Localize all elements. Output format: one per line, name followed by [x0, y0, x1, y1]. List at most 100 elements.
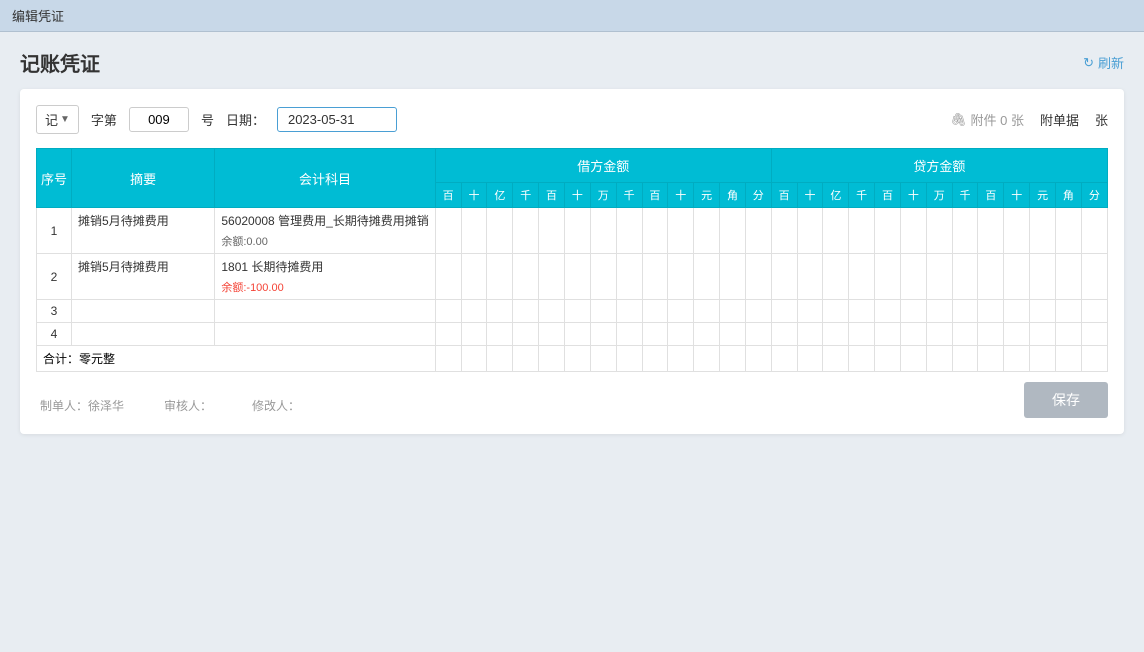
row-credit-10[interactable]	[1030, 208, 1056, 254]
row-credit-4[interactable]	[875, 323, 901, 346]
row-debit-9[interactable]	[668, 323, 694, 346]
row-debit-5[interactable]	[564, 300, 590, 323]
row-debit-2[interactable]	[487, 254, 513, 300]
row-credit-0[interactable]	[771, 208, 797, 254]
row-credit-9[interactable]	[1004, 300, 1030, 323]
row-account[interactable]	[215, 323, 435, 346]
row-credit-8[interactable]	[978, 254, 1004, 300]
row-debit-8[interactable]	[642, 300, 668, 323]
row-debit-1[interactable]	[461, 254, 487, 300]
row-credit-6[interactable]	[926, 300, 952, 323]
row-debit-1[interactable]	[461, 323, 487, 346]
row-debit-10[interactable]	[694, 300, 720, 323]
row-debit-6[interactable]	[590, 254, 616, 300]
row-credit-10[interactable]	[1030, 254, 1056, 300]
table-row[interactable]: 4	[37, 323, 1108, 346]
row-credit-3[interactable]	[849, 254, 875, 300]
row-debit-11[interactable]	[720, 254, 746, 300]
date-input[interactable]	[277, 107, 397, 132]
row-debit-8[interactable]	[642, 208, 668, 254]
row-debit-2[interactable]	[487, 208, 513, 254]
row-credit-4[interactable]	[875, 254, 901, 300]
row-debit-3[interactable]	[513, 254, 539, 300]
row-debit-0[interactable]	[435, 323, 461, 346]
row-credit-7[interactable]	[952, 208, 978, 254]
row-debit-4[interactable]	[539, 300, 565, 323]
row-credit-6[interactable]	[926, 323, 952, 346]
row-credit-5[interactable]	[900, 323, 926, 346]
row-debit-7[interactable]	[616, 208, 642, 254]
row-summary[interactable]	[72, 323, 215, 346]
row-credit-9[interactable]	[1004, 208, 1030, 254]
row-credit-8[interactable]	[978, 323, 1004, 346]
row-debit-2[interactable]	[487, 300, 513, 323]
row-credit-3[interactable]	[849, 300, 875, 323]
row-credit-4[interactable]	[875, 208, 901, 254]
row-debit-11[interactable]	[720, 323, 746, 346]
row-debit-4[interactable]	[539, 254, 565, 300]
row-debit-1[interactable]	[461, 208, 487, 254]
row-debit-12[interactable]	[745, 208, 771, 254]
row-debit-11[interactable]	[720, 300, 746, 323]
row-debit-12[interactable]	[745, 323, 771, 346]
row-debit-9[interactable]	[668, 300, 694, 323]
row-credit-0[interactable]	[771, 300, 797, 323]
attach-button[interactable]: 🖇 附件 0 张	[950, 110, 1024, 129]
row-credit-2[interactable]	[823, 300, 849, 323]
row-credit-3[interactable]	[849, 323, 875, 346]
row-summary[interactable]: 摊销5月待摊费用	[72, 208, 215, 254]
row-credit-8[interactable]	[978, 300, 1004, 323]
row-credit-1[interactable]	[797, 208, 823, 254]
row-credit-7[interactable]	[952, 323, 978, 346]
row-credit-0[interactable]	[771, 323, 797, 346]
row-credit-5[interactable]	[900, 254, 926, 300]
row-credit-10[interactable]	[1030, 323, 1056, 346]
row-credit-2[interactable]	[823, 323, 849, 346]
row-credit-12[interactable]	[1081, 208, 1107, 254]
row-debit-6[interactable]	[590, 323, 616, 346]
row-debit-7[interactable]	[616, 300, 642, 323]
row-credit-11[interactable]	[1056, 323, 1082, 346]
table-row[interactable]: 2摊销5月待摊费用1801 长期待摊费用余额:-100.00	[37, 254, 1108, 300]
row-debit-3[interactable]	[513, 208, 539, 254]
row-credit-5[interactable]	[900, 208, 926, 254]
row-summary[interactable]	[72, 300, 215, 323]
row-debit-12[interactable]	[745, 300, 771, 323]
row-credit-12[interactable]	[1081, 300, 1107, 323]
row-credit-11[interactable]	[1056, 208, 1082, 254]
row-credit-1[interactable]	[797, 300, 823, 323]
row-debit-11[interactable]	[720, 208, 746, 254]
row-debit-6[interactable]	[590, 208, 616, 254]
row-credit-12[interactable]	[1081, 254, 1107, 300]
row-credit-12[interactable]	[1081, 323, 1107, 346]
row-debit-3[interactable]	[513, 323, 539, 346]
row-debit-6[interactable]	[590, 300, 616, 323]
row-summary[interactable]: 摊销5月待摊费用	[72, 254, 215, 300]
row-credit-11[interactable]	[1056, 254, 1082, 300]
row-debit-10[interactable]	[694, 323, 720, 346]
row-debit-3[interactable]	[513, 300, 539, 323]
row-debit-8[interactable]	[642, 323, 668, 346]
row-debit-1[interactable]	[461, 300, 487, 323]
row-debit-12[interactable]	[745, 254, 771, 300]
row-debit-0[interactable]	[435, 300, 461, 323]
row-credit-7[interactable]	[952, 300, 978, 323]
row-debit-9[interactable]	[668, 254, 694, 300]
row-debit-0[interactable]	[435, 208, 461, 254]
row-credit-3[interactable]	[849, 208, 875, 254]
table-row[interactable]: 1摊销5月待摊费用56020008 管理费用_长期待摊费用摊销余额:0.00	[37, 208, 1108, 254]
row-debit-5[interactable]	[564, 323, 590, 346]
row-credit-1[interactable]	[797, 323, 823, 346]
row-debit-10[interactable]	[694, 254, 720, 300]
row-credit-5[interactable]	[900, 300, 926, 323]
row-credit-7[interactable]	[952, 254, 978, 300]
row-debit-10[interactable]	[694, 208, 720, 254]
row-debit-4[interactable]	[539, 323, 565, 346]
row-credit-1[interactable]	[797, 254, 823, 300]
row-credit-8[interactable]	[978, 208, 1004, 254]
row-debit-2[interactable]	[487, 323, 513, 346]
row-account[interactable]: 1801 长期待摊费用余额:-100.00	[215, 254, 435, 300]
row-account[interactable]: 56020008 管理费用_长期待摊费用摊销余额:0.00	[215, 208, 435, 254]
row-credit-6[interactable]	[926, 254, 952, 300]
row-debit-7[interactable]	[616, 254, 642, 300]
